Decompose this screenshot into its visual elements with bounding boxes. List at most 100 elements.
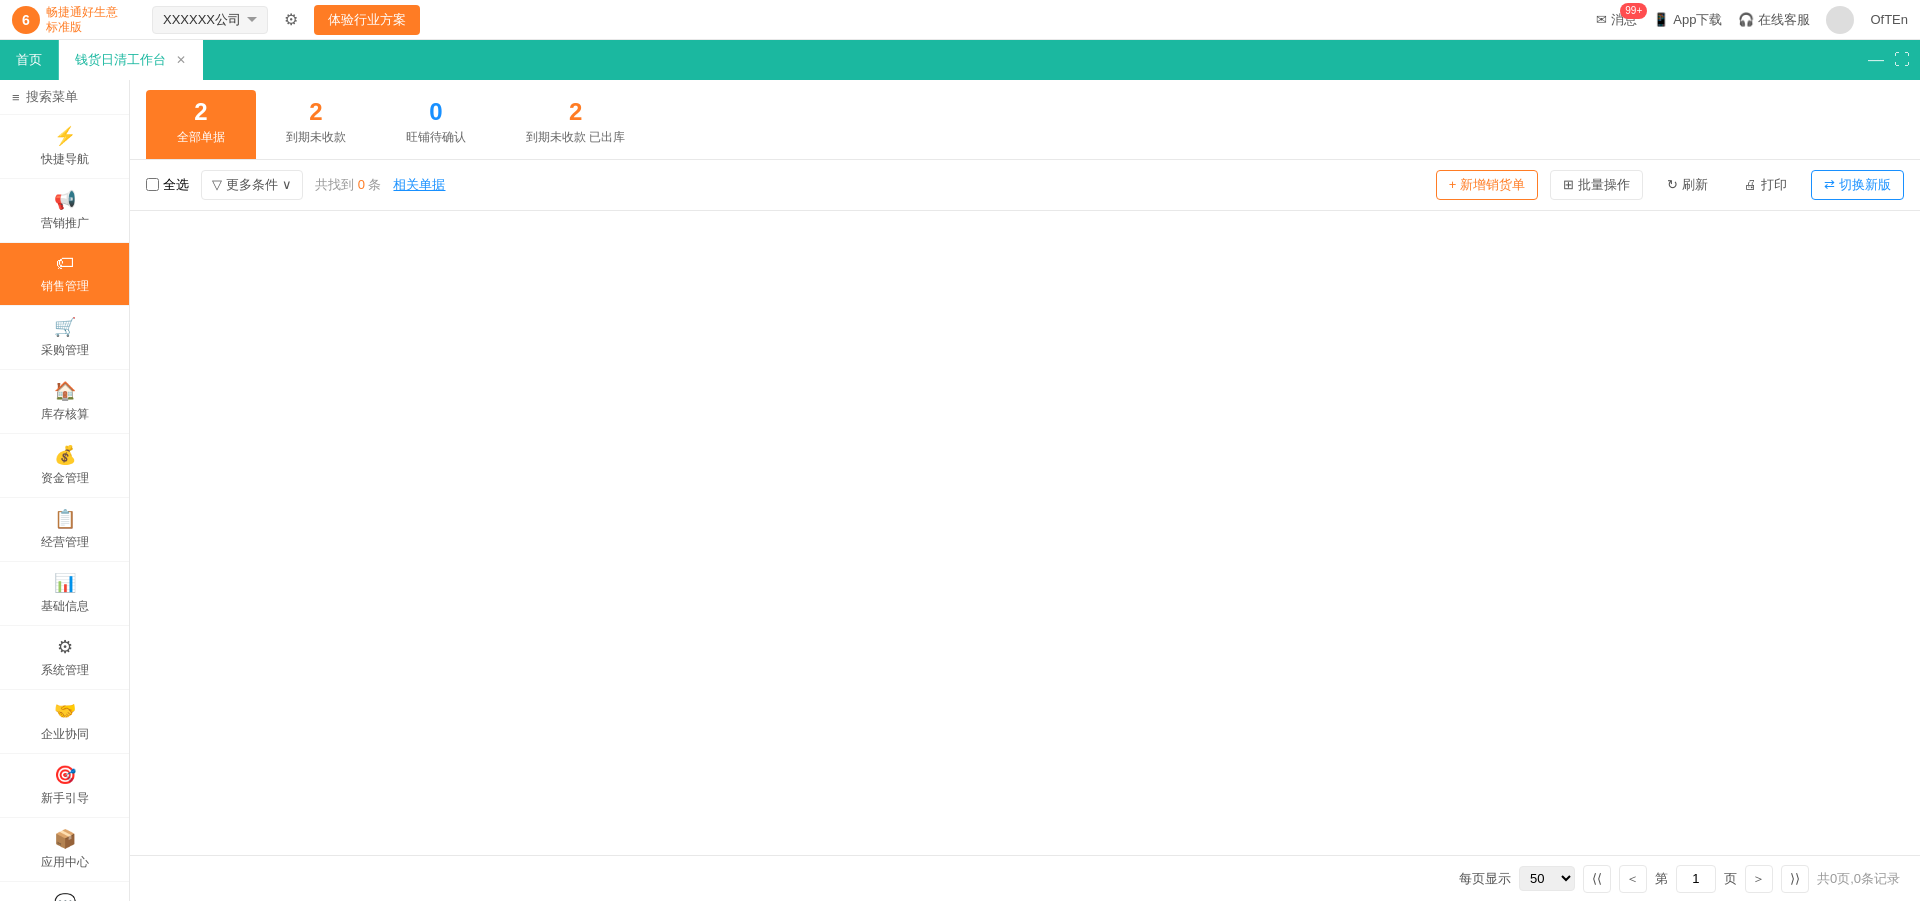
sidebar-item-label: 库存核算: [41, 406, 89, 423]
first-page-button[interactable]: ⟨⟨: [1583, 865, 1611, 893]
select-all-checkbox[interactable]: 全选: [146, 176, 189, 194]
tab-maximize-icon[interactable]: ⛶: [1894, 51, 1910, 69]
logo-text: 畅捷通好生意 标准版: [46, 5, 118, 34]
tab-home[interactable]: 首页: [0, 40, 59, 80]
sidebar-item-app-center[interactable]: 📦 应用中心: [0, 818, 129, 882]
sidebar-item-wechat[interactable]: 💬 企业微信: [0, 882, 129, 901]
filter-chevron-icon: ∨: [282, 177, 292, 192]
online-service-label: 在线客服: [1758, 11, 1810, 29]
sidebar-item-purchase[interactable]: 🛒 采购管理: [0, 306, 129, 370]
prev-page-button[interactable]: ＜: [1619, 865, 1647, 893]
chevron-down-icon: [247, 17, 257, 22]
search-icon: ≡: [12, 90, 20, 105]
select-all-label: 全选: [163, 176, 189, 194]
main-layout: ≡ 搜索菜单 ⚡ 快捷导航 📢 营销推广 🏷 销售管理 🛒 采购管理 🏠 库存核…: [0, 80, 1920, 901]
quick-nav-icon: ⚡: [54, 125, 76, 147]
table-area: [130, 211, 1920, 855]
refresh-button[interactable]: ↻ 刷新: [1655, 171, 1720, 199]
sidebar-item-label: 经营管理: [41, 534, 89, 551]
sidebar-item-enterprise[interactable]: 🤝 企业协同: [0, 690, 129, 754]
stat-label-overdue-shipped: 到期未收款 已出库: [526, 129, 625, 146]
app-download-label: App下载: [1673, 11, 1722, 29]
sidebar-item-label: 新手引导: [41, 790, 89, 807]
sidebar-item-system[interactable]: ⚙ 系统管理: [0, 626, 129, 690]
sidebar-item-label: 系统管理: [41, 662, 89, 679]
last-page-button[interactable]: ⟩⟩: [1781, 865, 1809, 893]
switch-version-button[interactable]: ⇄ 切换新版: [1811, 170, 1904, 200]
search-menu[interactable]: ≡ 搜索菜单: [0, 80, 129, 115]
sidebar-item-operations[interactable]: 📋 经营管理: [0, 498, 129, 562]
top-bar: 6 畅捷通好生意 标准版 XXXXXX公司 ⚙ 体验行业方案 ✉ 消息 99+ …: [0, 0, 1920, 40]
total-info: 共0页,0条记录: [1817, 870, 1900, 888]
print-icon: 🖨: [1744, 177, 1757, 192]
app-center-icon: 📦: [54, 828, 76, 850]
experience-button[interactable]: 体验行业方案: [314, 5, 420, 35]
tab-bar: 首页 钱货日清工作台 ✕ — ⛶: [0, 40, 1920, 80]
top-right-actions: ✉ 消息 99+ 📱 App下载 🎧 在线客服 OfTEn: [1596, 6, 1908, 34]
sidebar-item-guide[interactable]: 🎯 新手引导: [0, 754, 129, 818]
avatar[interactable]: [1826, 6, 1854, 34]
batch-operation-button[interactable]: ⊞ 批量操作: [1550, 170, 1643, 200]
sidebar-item-finance[interactable]: 💰 资金管理: [0, 434, 129, 498]
app-download-button[interactable]: 📱 App下载: [1653, 11, 1722, 29]
related-link[interactable]: 相关单据: [393, 176, 445, 194]
page-size-select[interactable]: 50 100 200: [1519, 866, 1575, 891]
stat-count-overdue-shipped: 2: [569, 98, 582, 127]
tab-minimize-icon[interactable]: —: [1868, 51, 1884, 69]
print-button[interactable]: 🖨 打印: [1732, 171, 1799, 199]
system-icon: ⚙: [57, 636, 73, 658]
tab-bar-actions: — ⛶: [1868, 40, 1920, 80]
stat-tab-overdue-shipped[interactable]: 2 到期未收款 已出库: [496, 90, 655, 159]
add-sales-order-button[interactable]: + 新增销货单: [1436, 170, 1538, 200]
phone-icon: 📱: [1653, 12, 1669, 27]
operations-icon: 📋: [54, 508, 76, 530]
filter-label: 更多条件: [226, 176, 278, 194]
guide-icon: 🎯: [54, 764, 76, 786]
sidebar-item-sales[interactable]: 🏷 销售管理: [0, 243, 129, 306]
message-badge: 99+: [1620, 3, 1647, 19]
message-icon: ✉: [1596, 12, 1607, 27]
online-service-button[interactable]: 🎧 在线客服: [1738, 11, 1810, 29]
company-selector[interactable]: XXXXXX公司: [152, 6, 268, 34]
sidebar: ≡ 搜索菜单 ⚡ 快捷导航 📢 营销推广 🏷 销售管理 🛒 采购管理 🏠 库存核…: [0, 80, 130, 901]
sidebar-item-label: 基础信息: [41, 598, 89, 615]
page-input[interactable]: [1676, 865, 1716, 893]
tab-cashflow[interactable]: 钱货日清工作台 ✕: [59, 40, 203, 80]
sidebar-item-marketing[interactable]: 📢 营销推广: [0, 179, 129, 243]
inventory-icon: 🏠: [54, 380, 76, 402]
next-page-button[interactable]: ＞: [1745, 865, 1773, 893]
sidebar-item-label: 营销推广: [41, 215, 89, 232]
filter-icon: ▽: [212, 177, 222, 192]
checkbox-input[interactable]: [146, 178, 159, 191]
sidebar-item-quick-nav[interactable]: ⚡ 快捷导航: [0, 115, 129, 179]
found-count: 0: [358, 177, 365, 192]
message-button[interactable]: ✉ 消息 99+: [1596, 11, 1637, 29]
tab-home-label: 首页: [16, 51, 42, 69]
user-name: OfTEn: [1870, 12, 1908, 27]
sidebar-item-label: 快捷导航: [41, 151, 89, 168]
tab-close-icon[interactable]: ✕: [176, 53, 186, 67]
toolbar-right: + 新增销货单 ⊞ 批量操作 ↻ 刷新 🖨 打印 ⇄ 切换新版: [1436, 170, 1904, 200]
sidebar-item-basic-info[interactable]: 📊 基础信息: [0, 562, 129, 626]
sidebar-item-label: 资金管理: [41, 470, 89, 487]
stat-label-overdue: 到期未收款: [286, 129, 346, 146]
switch-icon: ⇄: [1824, 177, 1835, 192]
page-label-end: 页: [1724, 870, 1737, 888]
pagination: 每页显示 50 100 200 ⟨⟨ ＜ 第 页 ＞ ⟩⟩ 共0页,0条记录: [130, 855, 1920, 901]
sidebar-item-label: 销售管理: [41, 278, 89, 295]
stat-count-all: 2: [194, 98, 207, 127]
marketing-icon: 📢: [54, 189, 76, 211]
stat-tab-all[interactable]: 2 全部单据: [146, 90, 256, 159]
logo-area: 6 畅捷通好生意 标准版: [12, 5, 142, 34]
stat-tab-pending[interactable]: 0 旺铺待确认: [376, 90, 496, 159]
filter-button[interactable]: ▽ 更多条件 ∨: [201, 170, 303, 200]
page-label: 第: [1655, 870, 1668, 888]
found-text: 共找到 0 条: [315, 176, 381, 194]
service-icon: 🎧: [1738, 12, 1754, 27]
per-page-label: 每页显示: [1459, 870, 1511, 888]
settings-button[interactable]: ⚙: [276, 5, 306, 35]
tab-cashflow-label: 钱货日清工作台: [75, 51, 166, 69]
enterprise-icon: 🤝: [54, 700, 76, 722]
stat-tab-overdue[interactable]: 2 到期未收款: [256, 90, 376, 159]
sidebar-item-inventory[interactable]: 🏠 库存核算: [0, 370, 129, 434]
